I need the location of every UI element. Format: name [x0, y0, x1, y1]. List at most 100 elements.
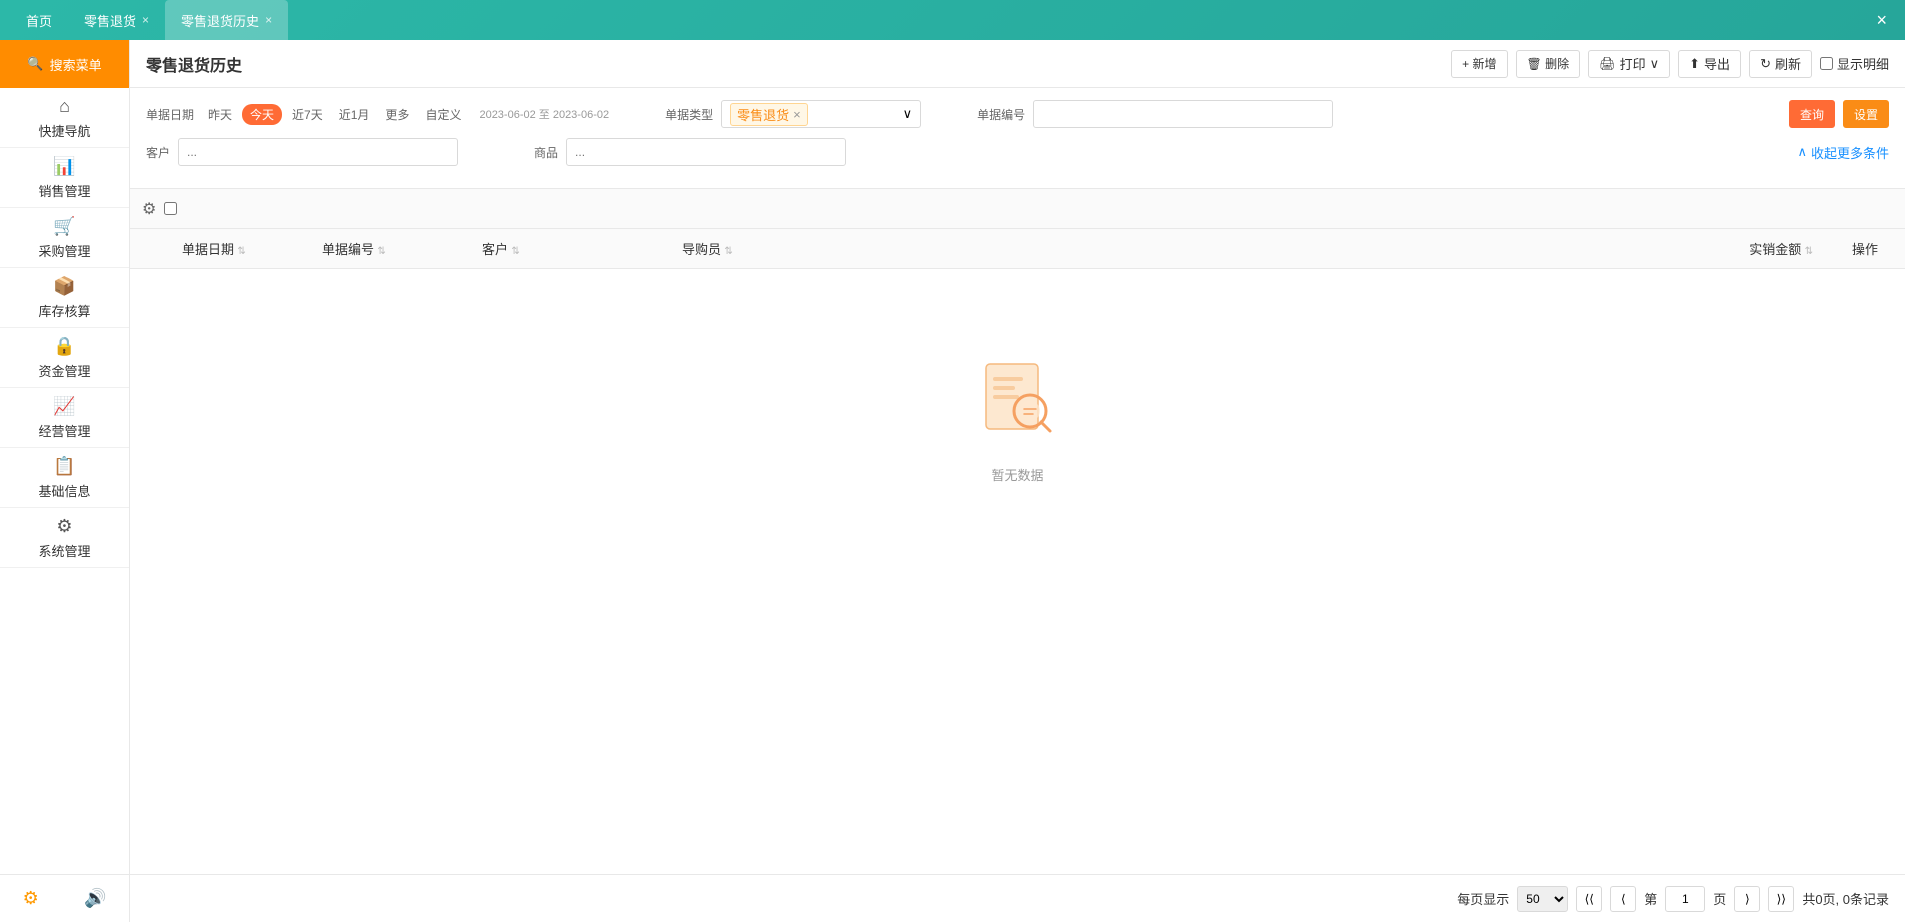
sidebar-item-quick-nav-label: 快捷导航 — [38, 121, 90, 140]
sidebar-item-sales-label: 销售管理 — [38, 181, 90, 200]
inventory-icon: 📦 — [53, 276, 75, 297]
settings-bottom-icon[interactable]: ⚙ — [23, 888, 39, 909]
print-button[interactable]: 🖨 🖨 打印 打印 ∨ — [1588, 50, 1670, 78]
table-header-row: 单据日期 ⇅ 单据编号 ⇅ 客户 ⇅ 导购员 — [130, 229, 1905, 269]
tab-retail-return-label: 零售退货 — [84, 11, 136, 30]
date-filter-label: 单据日期 — [146, 106, 194, 123]
tab-retail-return-close[interactable]: × — [142, 13, 149, 27]
th-number[interactable]: 单据编号 ⇅ — [310, 229, 470, 269]
th-operation: 操作 — [1825, 229, 1905, 269]
show-detail-text: 显示明细 — [1837, 54, 1889, 73]
finance-icon: 🔒 — [53, 336, 75, 357]
goods-filter-label: 商品 — [534, 144, 558, 161]
export-icon: ⬆ — [1689, 56, 1700, 72]
sidebar-item-finance-label: 资金管理 — [38, 361, 90, 380]
tab-retail-return-history-close[interactable]: × — [265, 13, 272, 27]
collapse-button[interactable]: ∧ 收起更多条件 — [1797, 139, 1889, 166]
date-btn-1month[interactable]: 近1月 — [333, 104, 376, 125]
number-input[interactable] — [1033, 100, 1333, 128]
tab-retail-return-history[interactable]: 零售退货历史 × — [165, 0, 288, 40]
type-tag-close[interactable]: × — [793, 107, 801, 122]
page-last-button[interactable]: ⟩⟩ — [1768, 886, 1794, 912]
table-setting-icon[interactable]: ⚙ — [142, 199, 156, 219]
empty-state: 暂无数据 — [130, 269, 1905, 564]
page-prev-button[interactable]: ⟨ — [1610, 886, 1636, 912]
sidebar-item-quick-nav[interactable]: ⌂ 快捷导航 — [0, 88, 129, 148]
per-page-label: 每页显示 — [1457, 889, 1509, 908]
th-amount[interactable]: 实销金额 ⇅ — [1675, 229, 1825, 269]
type-filter-label: 单据类型 — [665, 106, 713, 123]
date-btn-custom[interactable]: 自定义 — [419, 104, 467, 125]
page-total: 共0页, 0条记录 — [1802, 889, 1889, 908]
select-all-checkbox[interactable] — [164, 202, 177, 215]
export-button[interactable]: ⬆ 导出 — [1678, 50, 1741, 78]
sidebar-search[interactable]: 🔍 搜索菜单 — [0, 40, 129, 88]
type-tag-value: 零售退货 — [737, 105, 789, 124]
filter-row-2: 客户 商品 ∧ 收起更多条件 — [146, 138, 1889, 166]
amount-sort-icon: ⇅ — [1805, 246, 1813, 257]
delete-button[interactable]: 🗑 删除 — [1516, 50, 1581, 78]
sidebar-search-label: 搜索菜单 — [50, 55, 102, 74]
window-close-button[interactable]: × — [1868, 10, 1895, 31]
print-chevron-icon: ∨ — [1650, 56, 1660, 72]
search-icon: 🔍 — [27, 56, 43, 72]
date-btn-7days[interactable]: 近7天 — [286, 104, 329, 125]
refresh-button[interactable]: ↻ 刷新 — [1749, 50, 1812, 78]
audio-bottom-icon[interactable]: 🔊 — [84, 888, 106, 909]
query-button[interactable]: 查询 — [1789, 100, 1835, 128]
empty-state-text: 暂无数据 — [991, 465, 1043, 484]
collapse-label: 收起更多条件 — [1811, 143, 1889, 162]
sidebar-item-system[interactable]: ⚙ 系统管理 — [0, 508, 129, 568]
date-btn-more[interactable]: 更多 — [379, 104, 415, 125]
number-filter-label: 单据编号 — [977, 106, 1025, 123]
collapse-container: ∧ 收起更多条件 — [1797, 139, 1889, 166]
table-toolbar: ⚙ — [130, 189, 1905, 229]
top-bar: 首页 零售退货 × 零售退货历史 × × — [0, 0, 1905, 40]
sidebar-item-basic-info[interactable]: 📋 基础信息 — [0, 448, 129, 508]
data-table: 单据日期 ⇅ 单据编号 ⇅ 客户 ⇅ 导购员 — [130, 229, 1905, 269]
type-tag: 零售退货 × — [730, 103, 808, 126]
page-input[interactable] — [1665, 886, 1705, 912]
th-customer[interactable]: 客户 ⇅ — [470, 229, 670, 269]
show-detail-label: 显示明细 — [1820, 54, 1889, 73]
th-date[interactable]: 单据日期 ⇅ — [170, 229, 310, 269]
th-checkbox — [130, 229, 170, 269]
filter-row-1: 单据日期 昨天 今天 近7天 近1月 更多 自定义 2023-06-02 至 2… — [146, 100, 1889, 128]
filter-number: 单据编号 — [977, 100, 1333, 128]
pagination-bar: 每页显示 50 100 200 ⟨⟨ ⟨ 第 页 ⟩ ⟩⟩ 共0页, 0条记录 — [130, 874, 1905, 922]
date-shortcuts: 昨天 今天 近7天 近1月 更多 自定义 — [202, 104, 467, 125]
sidebar-item-system-label: 系统管理 — [38, 541, 90, 560]
sidebar-item-purchase[interactable]: 🛒 采购管理 — [0, 208, 129, 268]
main-layout: 🔍 搜索菜单 ⌂ 快捷导航 📊 销售管理 🛒 采购管理 📦 库存核算 🔒 资金管… — [0, 40, 1905, 922]
show-detail-checkbox[interactable] — [1820, 57, 1833, 70]
tab-retail-return[interactable]: 零售退货 × — [68, 0, 165, 40]
sidebar-item-finance[interactable]: 🔒 资金管理 — [0, 328, 129, 388]
type-select[interactable]: 零售退货 × ∨ — [721, 100, 921, 128]
page-next-button[interactable]: ⟩ — [1734, 886, 1760, 912]
content-area: 零售退货历史 + 新增 🗑 删除 🖨 🖨 打印 打印 ∨ ⬆ 导出 ↻ 刷新 显… — [130, 40, 1905, 922]
page-title: 零售退货历史 — [146, 52, 1443, 76]
table-wrapper: ⚙ 单据日期 ⇅ 单据编号 ⇅ — [130, 189, 1905, 874]
date-btn-today[interactable]: 今天 — [242, 104, 282, 125]
th-number-label: 单据编号 — [322, 242, 374, 257]
sidebar-item-sales[interactable]: 📊 销售管理 — [0, 148, 129, 208]
customer-input[interactable] — [178, 138, 458, 166]
settings-button[interactable]: 设置 — [1843, 100, 1889, 128]
date-btn-yesterday[interactable]: 昨天 — [202, 104, 238, 125]
system-icon: ⚙ — [56, 516, 72, 537]
goods-input[interactable] — [566, 138, 846, 166]
sidebar-bottom: ⚙ 🔊 — [0, 874, 129, 922]
sidebar-item-inventory-label: 库存核算 — [38, 301, 90, 320]
per-page-select[interactable]: 50 100 200 — [1517, 886, 1568, 912]
th-amount-label: 实销金额 — [1749, 242, 1801, 257]
operations-icon: 📈 — [53, 396, 75, 417]
add-button[interactable]: + 新增 — [1451, 50, 1507, 78]
sidebar-item-inventory[interactable]: 📦 库存核算 — [0, 268, 129, 328]
sales-icon: 📊 — [53, 156, 75, 177]
th-guide[interactable]: 导购员 ⇅ — [670, 229, 870, 269]
sidebar-item-operations[interactable]: 📈 经营管理 — [0, 388, 129, 448]
tab-home[interactable]: 首页 — [10, 0, 68, 40]
th-guide-label: 导购员 — [682, 242, 721, 257]
page-first-button[interactable]: ⟨⟨ — [1576, 886, 1602, 912]
date-range-display: 2023-06-02 至 2023-06-02 — [479, 106, 609, 122]
